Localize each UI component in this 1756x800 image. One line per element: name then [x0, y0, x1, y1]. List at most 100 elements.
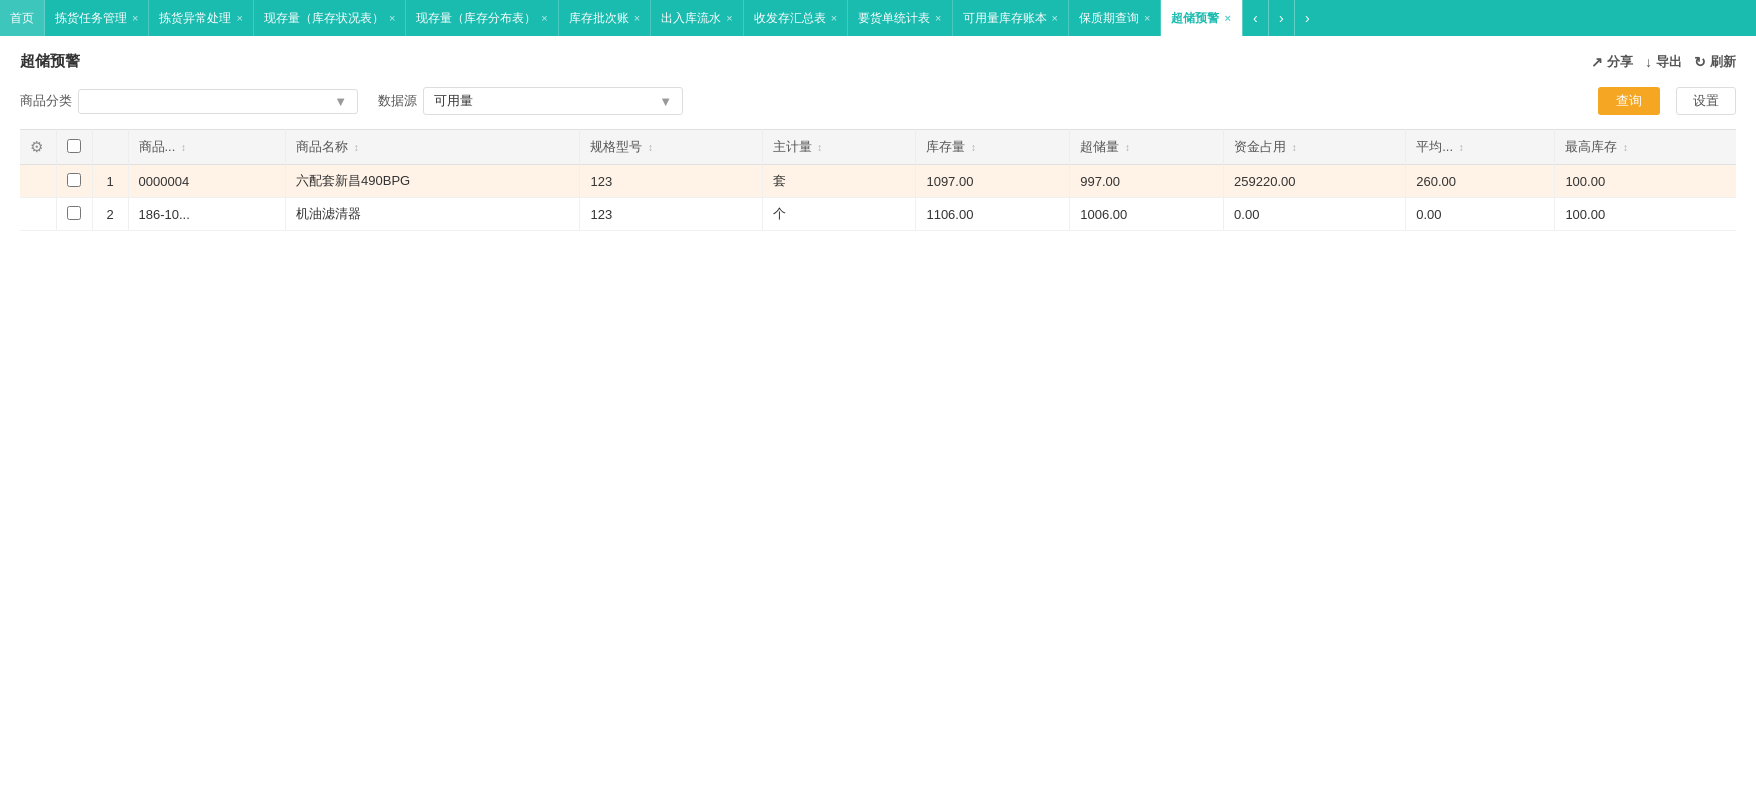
export-icon: ↓ — [1645, 54, 1652, 70]
filter-bar: 商品分类 ▼ 数据源 可用量 ▼ 查询 设置 — [20, 87, 1736, 115]
td-product-name: 机油滤清器 — [286, 198, 580, 231]
nav-item-7[interactable]: 收发存汇总表 × — [744, 0, 848, 36]
th-capital: 资金占用 ↕ — [1224, 130, 1406, 165]
close-icon[interactable]: × — [726, 12, 732, 24]
nav-more-arrow[interactable]: › — [1294, 0, 1320, 36]
datasource-label: 数据源 — [378, 92, 417, 110]
td-avg: 0.00 — [1406, 198, 1555, 231]
nav-prev-arrow[interactable]: ‹ — [1242, 0, 1268, 36]
td-avg: 260.00 — [1406, 165, 1555, 198]
sort-icon[interactable]: ↕ — [1292, 142, 1297, 153]
td-maxstock: 100.00 — [1555, 165, 1736, 198]
page-title-row: 超储预警 ↗ 分享 ↓ 导出 ↻ 刷新 — [20, 52, 1736, 71]
th-checkbox — [56, 130, 92, 165]
nav-item-1[interactable]: 拣货任务管理 × — [45, 0, 149, 36]
chevron-down-icon: ▼ — [334, 94, 347, 109]
settings-button[interactable]: 设置 — [1676, 87, 1736, 115]
nav-item-6[interactable]: 出入库流水 × — [651, 0, 743, 36]
sort-icon[interactable]: ↕ — [1459, 142, 1464, 153]
title-actions: ↗ 分享 ↓ 导出 ↻ 刷新 — [1591, 53, 1736, 71]
td-stock: 1106.00 — [916, 198, 1070, 231]
share-button[interactable]: ↗ 分享 — [1591, 53, 1633, 71]
td-spec: 123 — [580, 198, 762, 231]
close-icon[interactable]: × — [1144, 12, 1150, 24]
th-maxstock: 最高库存 ↕ — [1555, 130, 1736, 165]
category-select[interactable]: ▼ — [78, 89, 358, 114]
close-icon[interactable]: × — [831, 12, 837, 24]
row-checkbox[interactable] — [67, 206, 81, 220]
table-row: 1 0000004 六配套新昌490BPG 123 套 1097.00 997.… — [20, 165, 1736, 198]
td-rownum: 2 — [92, 198, 128, 231]
td-spec: 123 — [580, 165, 762, 198]
th-spec: 规格型号 ↕ — [580, 130, 762, 165]
td-unit: 套 — [762, 165, 916, 198]
sort-icon[interactable]: ↕ — [817, 142, 822, 153]
td-overstock: 997.00 — [1070, 165, 1224, 198]
th-gear: ⚙ — [20, 130, 56, 165]
sort-icon[interactable]: ↕ — [648, 142, 653, 153]
category-label: 商品分类 — [20, 92, 72, 110]
td-rownum: 1 — [92, 165, 128, 198]
query-button[interactable]: 查询 — [1598, 87, 1660, 115]
nav-item-5[interactable]: 库存批次账 × — [559, 0, 651, 36]
gear-icon[interactable]: ⚙ — [30, 138, 43, 155]
th-avg: 平均... ↕ — [1406, 130, 1555, 165]
close-icon[interactable]: × — [236, 12, 242, 24]
page-title: 超储预警 — [20, 52, 80, 71]
datasource-value: 可用量 — [434, 92, 473, 110]
th-unit: 主计量 ↕ — [762, 130, 916, 165]
datasource-select[interactable]: 可用量 ▼ — [423, 87, 683, 115]
sort-icon[interactable]: ↕ — [1623, 142, 1628, 153]
nav-item-10[interactable]: 保质期查询 × — [1069, 0, 1161, 36]
th-product-code: 商品... ↕ — [128, 130, 286, 165]
sort-icon[interactable]: ↕ — [1125, 142, 1130, 153]
page-container: 超储预警 ↗ 分享 ↓ 导出 ↻ 刷新 商品分类 ▼ 数据源 — [0, 36, 1756, 247]
row-checkbox[interactable] — [67, 173, 81, 187]
table-header-row: ⚙ 商品... ↕ 商品名称 ↕ 规格型号 ↕ — [20, 130, 1736, 165]
table-row: 2 186-10... 机油滤清器 123 个 1106.00 1006.00 … — [20, 198, 1736, 231]
th-stock: 库存量 ↕ — [916, 130, 1070, 165]
close-icon[interactable]: × — [1224, 12, 1230, 24]
td-stock: 1097.00 — [916, 165, 1070, 198]
sort-icon[interactable]: ↕ — [354, 142, 359, 153]
td-capital: 259220.00 — [1224, 165, 1406, 198]
nav-next-arrow[interactable]: › — [1268, 0, 1294, 36]
nav-item-active[interactable]: 超储预警 × — [1161, 0, 1241, 36]
nav-item-home[interactable]: 首页 — [0, 0, 45, 36]
close-icon[interactable]: × — [935, 12, 941, 24]
close-icon[interactable]: × — [634, 12, 640, 24]
th-overstock: 超储量 ↕ — [1070, 130, 1224, 165]
td-capital: 0.00 — [1224, 198, 1406, 231]
category-filter: 商品分类 ▼ — [20, 89, 358, 114]
close-icon[interactable]: × — [1052, 12, 1058, 24]
td-gear — [20, 198, 56, 231]
nav-item-9[interactable]: 可用量库存账本 × — [953, 0, 1069, 36]
share-icon: ↗ — [1591, 54, 1603, 70]
close-icon[interactable]: × — [389, 12, 395, 24]
th-rownum — [92, 130, 128, 165]
nav-item-2[interactable]: 拣货异常处理 × — [149, 0, 253, 36]
nav-item-3[interactable]: 现存量（库存状况表） × — [254, 0, 406, 36]
close-icon[interactable]: × — [541, 12, 547, 24]
close-icon[interactable]: × — [132, 12, 138, 24]
td-checkbox — [56, 165, 92, 198]
chevron-down-icon: ▼ — [659, 94, 672, 109]
sort-icon[interactable]: ↕ — [971, 142, 976, 153]
td-product-name: 六配套新昌490BPG — [286, 165, 580, 198]
nav-item-8[interactable]: 要货单统计表 × — [848, 0, 952, 36]
td-gear — [20, 165, 56, 198]
td-product-code: 186-10... — [128, 198, 286, 231]
refresh-icon: ↻ — [1694, 54, 1706, 70]
sort-icon[interactable]: ↕ — [181, 142, 186, 153]
td-overstock: 1006.00 — [1070, 198, 1224, 231]
data-table: ⚙ 商品... ↕ 商品名称 ↕ 规格型号 ↕ — [20, 129, 1736, 231]
td-maxstock: 100.00 — [1555, 198, 1736, 231]
td-product-code: 0000004 — [128, 165, 286, 198]
export-button[interactable]: ↓ 导出 — [1645, 53, 1682, 71]
th-product-name: 商品名称 ↕ — [286, 130, 580, 165]
select-all-checkbox[interactable] — [67, 139, 81, 153]
nav-bar: 首页 拣货任务管理 × 拣货异常处理 × 现存量（库存状况表） × 现存量（库存… — [0, 0, 1756, 36]
refresh-button[interactable]: ↻ 刷新 — [1694, 53, 1736, 71]
nav-item-4[interactable]: 现存量（库存分布表） × — [406, 0, 558, 36]
datasource-filter: 数据源 可用量 ▼ — [378, 87, 683, 115]
